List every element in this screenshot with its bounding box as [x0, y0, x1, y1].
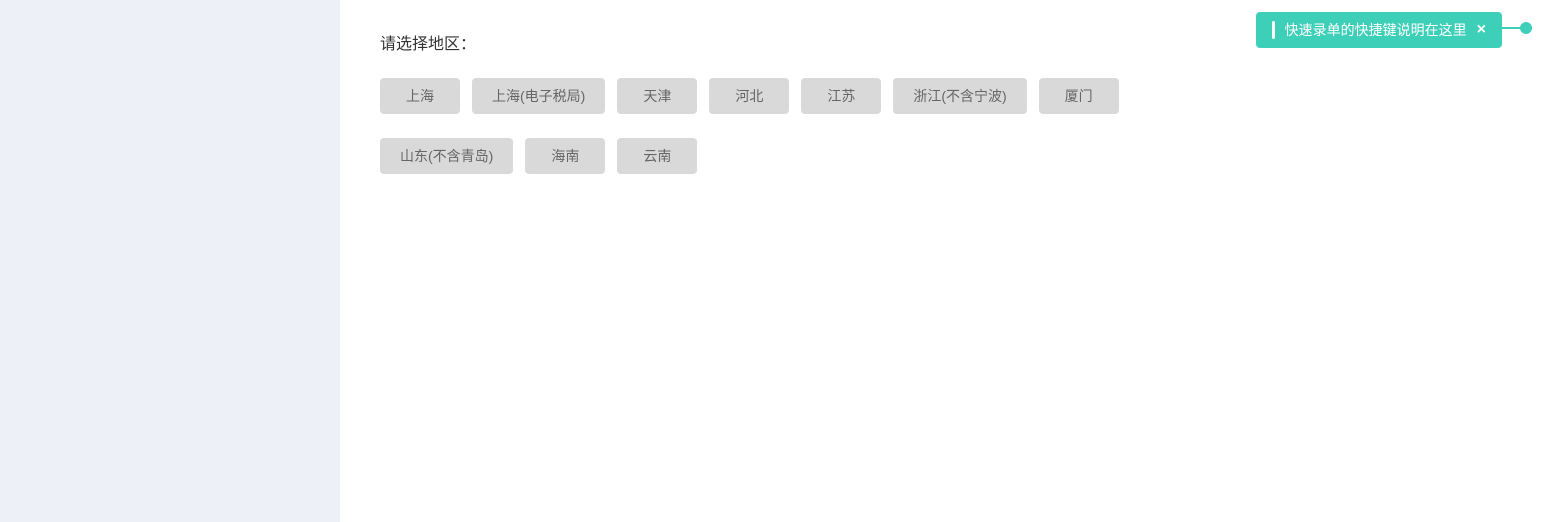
- region-buttons: 上海 上海(电子税局) 天津 河北 江苏 浙江(不含宁波) 厦门 山东(不含青岛…: [380, 78, 1522, 174]
- region-btn-zhejiang[interactable]: 浙江(不含宁波): [893, 78, 1026, 114]
- left-sidebar: [0, 0, 340, 522]
- tooltip-banner: 快速录单的快捷键说明在这里 ×: [1256, 12, 1502, 48]
- region-btn-hainan[interactable]: 海南: [525, 138, 605, 174]
- region-btn-hebei[interactable]: 河北: [709, 78, 789, 114]
- tooltip-text: 快速录单的快捷键说明在这里: [1285, 20, 1467, 40]
- region-btn-xiamen[interactable]: 厦门: [1039, 78, 1119, 114]
- main-content: 请选择地区： 上海 上海(电子税局) 天津 河北 江苏 浙江(不含宁波) 厦门 …: [340, 0, 1562, 522]
- tooltip-connector-dot: [1520, 22, 1532, 34]
- region-btn-shandong[interactable]: 山东(不含青岛): [380, 138, 513, 174]
- region-btn-shanghai[interactable]: 上海: [380, 78, 460, 114]
- tooltip-close-button[interactable]: ×: [1477, 22, 1486, 38]
- region-btn-tianjin[interactable]: 天津: [617, 78, 697, 114]
- region-btn-jiangsu[interactable]: 江苏: [801, 78, 881, 114]
- region-btn-shanghai-etax[interactable]: 上海(电子税局): [472, 78, 605, 114]
- region-btn-yunnan[interactable]: 云南: [617, 138, 697, 174]
